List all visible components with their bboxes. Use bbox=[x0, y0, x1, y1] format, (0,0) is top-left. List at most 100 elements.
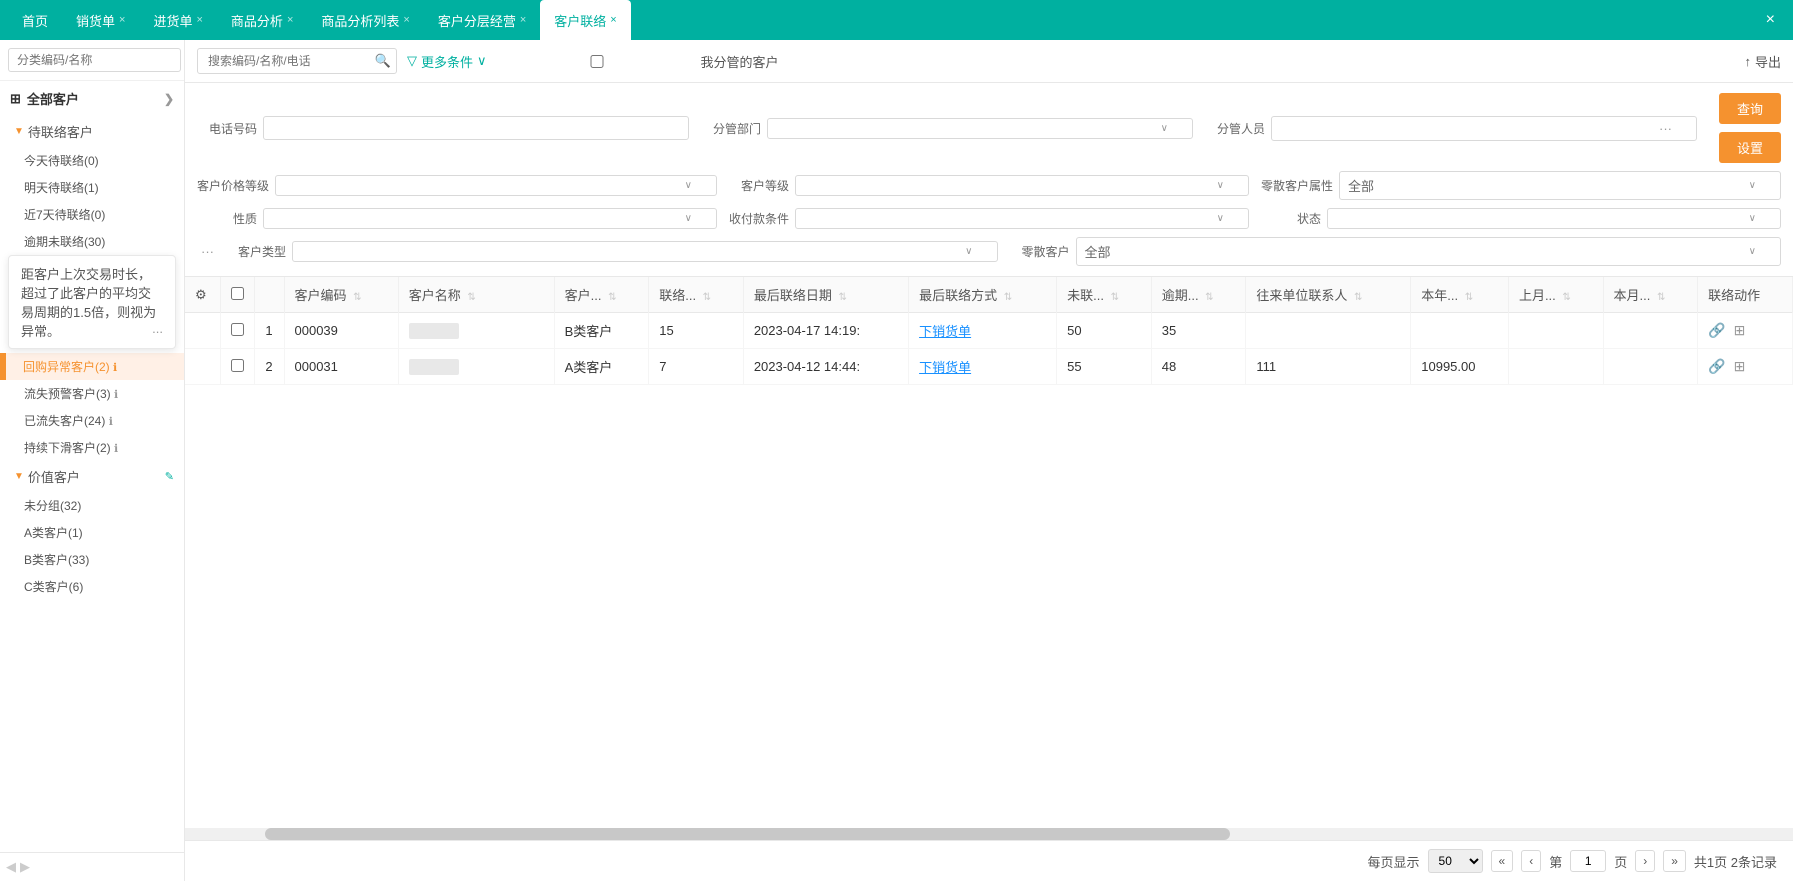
chevron-down-icon: ∨ bbox=[1217, 180, 1224, 191]
payment-select[interactable]: ∨ bbox=[795, 208, 1249, 229]
sidebar-all-customers[interactable]: ⊞ 全部客户 ❯ bbox=[0, 81, 184, 116]
sidebar-group-value[interactable]: ▼ 价值客户 ✎ bbox=[0, 461, 184, 492]
sidebar-bottom-nav: ◀ ▶ bbox=[0, 852, 184, 881]
row2-grid-icon[interactable]: ⊞ bbox=[1734, 358, 1746, 375]
price-level-select[interactable]: ∨ bbox=[275, 175, 717, 196]
row1-check[interactable] bbox=[231, 323, 244, 336]
row1-settings bbox=[185, 313, 220, 349]
unread-col[interactable]: 未联... ⇅ bbox=[1057, 277, 1152, 313]
export-button[interactable]: ↑ 导出 bbox=[1744, 52, 1781, 71]
overdue-col[interactable]: 逾期... ⇅ bbox=[1151, 277, 1246, 313]
last-page-button[interactable]: » bbox=[1663, 850, 1686, 872]
query-button[interactable]: 查询 bbox=[1719, 93, 1781, 124]
close-icon[interactable]: × bbox=[119, 14, 125, 26]
close-icon[interactable]: × bbox=[403, 14, 409, 26]
checkbox-col bbox=[220, 277, 254, 313]
sidebar-item-a-class[interactable]: A类客户(1) bbox=[0, 519, 184, 546]
retail-customer-select[interactable]: 全部 ∨ bbox=[1076, 237, 1782, 266]
status-select[interactable]: ∨ bbox=[1327, 208, 1781, 229]
sidebar-scroll-right[interactable]: ▶ bbox=[20, 859, 30, 875]
sidebar-item-ungroup[interactable]: 未分组(32) bbox=[0, 492, 184, 519]
sidebar-item-loss-warning[interactable]: 流失预警客户(3) ℹ bbox=[0, 380, 184, 407]
data-table: ⚙ 客户编码 ⇅ 客户名称 ⇅ 客户... ⇅ 联络... ⇅ 最后联络日期 ⇅… bbox=[185, 277, 1793, 385]
row2-action-icons: 🔗 ⊞ bbox=[1708, 358, 1782, 375]
row2-check[interactable] bbox=[231, 359, 244, 372]
person-field: 分管人员 ··· bbox=[1205, 116, 1697, 141]
row2-link-icon[interactable]: 🔗 bbox=[1708, 358, 1725, 375]
close-icon[interactable]: × bbox=[287, 14, 293, 26]
nav-product-list[interactable]: 商品分析列表 × bbox=[307, 0, 423, 40]
settings-button[interactable]: 设置 bbox=[1719, 132, 1781, 163]
phone-input[interactable] bbox=[263, 116, 689, 140]
window-close-button[interactable]: × bbox=[1756, 11, 1785, 29]
this-year-col[interactable]: 本年... ⇅ bbox=[1411, 277, 1509, 313]
active-indicator bbox=[3, 353, 6, 380]
retail-customer-field: 零散客户 全部 ∨ bbox=[1010, 237, 1782, 266]
sidebar-item-lost[interactable]: 已流失客户(24) ℹ bbox=[0, 407, 184, 434]
type-col[interactable]: 客户... ⇅ bbox=[554, 277, 649, 313]
row2-contact: 7 bbox=[649, 349, 744, 385]
nav-home[interactable]: 首页 bbox=[8, 0, 62, 40]
search-input[interactable] bbox=[197, 48, 397, 74]
my-customers-checkbox[interactable]: 我分管的客户 bbox=[497, 52, 779, 71]
sidebar-item-b-class[interactable]: B类客户(33) bbox=[0, 546, 184, 573]
row2-last-contact-date: 2023-04-12 14:44: bbox=[743, 349, 908, 385]
sidebar-item-overdue[interactable]: 逾期未联络(30) bbox=[0, 228, 184, 255]
row1-link-icon[interactable]: 🔗 bbox=[1708, 322, 1725, 339]
sidebar-search-input[interactable] bbox=[8, 48, 181, 72]
customer-level-select[interactable]: ∨ bbox=[795, 175, 1249, 196]
row1-contact-person bbox=[1246, 313, 1411, 349]
page-size-select[interactable]: 50 20 100 bbox=[1428, 849, 1483, 873]
page-number-input[interactable] bbox=[1570, 850, 1606, 872]
next-page-button[interactable]: › bbox=[1635, 850, 1655, 872]
sidebar-item-repurchase-anomaly[interactable]: 回购异常客户(2) ℹ bbox=[0, 353, 184, 380]
close-icon[interactable]: × bbox=[610, 14, 616, 26]
retail-attr-select[interactable]: 全部 ∨ bbox=[1339, 171, 1781, 200]
more-conditions-button[interactable]: ▽ 更多条件 ∨ bbox=[407, 52, 487, 71]
scroll-thumb[interactable] bbox=[265, 828, 1230, 840]
edit-icon[interactable]: ✎ bbox=[165, 470, 174, 483]
first-page-button[interactable]: « bbox=[1491, 850, 1514, 872]
dept-select[interactable]: ∨ bbox=[767, 118, 1193, 139]
sidebar-item-declining[interactable]: 持续下滑客户(2) ℹ bbox=[0, 434, 184, 461]
nav-customer-contact[interactable]: 客户联络 × bbox=[540, 0, 630, 40]
contact-col[interactable]: 联络... ⇅ bbox=[649, 277, 744, 313]
customer-type-select[interactable]: ∨ bbox=[292, 241, 998, 262]
sidebar-item-7days[interactable]: 近7天待联络(0) bbox=[0, 201, 184, 228]
tooltip-close[interactable]: ... bbox=[152, 321, 163, 336]
prev-page-button[interactable]: ‹ bbox=[1521, 850, 1541, 872]
row1-last-contact-way[interactable]: 下销货单 bbox=[909, 313, 1057, 349]
last-month-col[interactable]: 上月... ⇅ bbox=[1508, 277, 1603, 313]
contact-person-col[interactable]: 往来单位联系人 ⇅ bbox=[1246, 277, 1411, 313]
nav-customer-tier[interactable]: 客户分层经营 × bbox=[424, 0, 540, 40]
sidebar-item-tomorrow[interactable]: 明天待联络(1) bbox=[0, 174, 184, 201]
sidebar-group-pending[interactable]: ▼ 待联络客户 bbox=[0, 116, 184, 147]
close-icon[interactable]: × bbox=[196, 14, 202, 26]
nature-select[interactable]: ∨ bbox=[263, 208, 717, 229]
nav-purchase[interactable]: 进货单 × bbox=[139, 0, 216, 40]
sidebar-scroll-left[interactable]: ◀ bbox=[6, 859, 16, 875]
this-month-col[interactable]: 本月... ⇅ bbox=[1603, 277, 1698, 313]
my-customers-check[interactable] bbox=[497, 55, 697, 68]
select-all-checkbox[interactable] bbox=[231, 287, 244, 300]
nav-product-analysis[interactable]: 商品分析 × bbox=[217, 0, 307, 40]
status-field: 状态 ∨ bbox=[1261, 208, 1781, 229]
more-filters-dots[interactable]: ··· bbox=[201, 244, 214, 259]
last-contact-date-col[interactable]: 最后联络日期 ⇅ bbox=[743, 277, 908, 313]
sidebar-item-c-class[interactable]: C类客户(6) bbox=[0, 573, 184, 600]
code-col[interactable]: 客户编码 ⇅ bbox=[284, 277, 398, 313]
horizontal-scrollbar[interactable] bbox=[185, 828, 1793, 840]
close-icon[interactable]: × bbox=[520, 14, 526, 26]
last-contact-way-col[interactable]: 最后联络方式 ⇅ bbox=[909, 277, 1057, 313]
row1-grid-icon[interactable]: ⊞ bbox=[1734, 322, 1746, 339]
person-select[interactable]: ··· bbox=[1271, 116, 1697, 141]
settings-col[interactable]: ⚙ bbox=[185, 277, 220, 313]
sidebar-content: ⊞ 全部客户 ❯ ▼ 待联络客户 今天待联络(0) 明天待联络(1) 近7天待联… bbox=[0, 81, 184, 852]
filter-row-2: 客户价格等级 ∨ 客户等级 ∨ 零散客户属性 全部 bbox=[197, 171, 1781, 200]
name-col[interactable]: 客户名称 ⇅ bbox=[398, 277, 554, 313]
search-button[interactable]: 🔍 bbox=[375, 53, 391, 69]
sidebar-item-today[interactable]: 今天待联络(0) bbox=[0, 147, 184, 174]
row2-last-contact-way[interactable]: 下销货单 bbox=[909, 349, 1057, 385]
nav-sales[interactable]: 销货单 × bbox=[62, 0, 139, 40]
more-icon[interactable]: ··· bbox=[1659, 121, 1672, 136]
